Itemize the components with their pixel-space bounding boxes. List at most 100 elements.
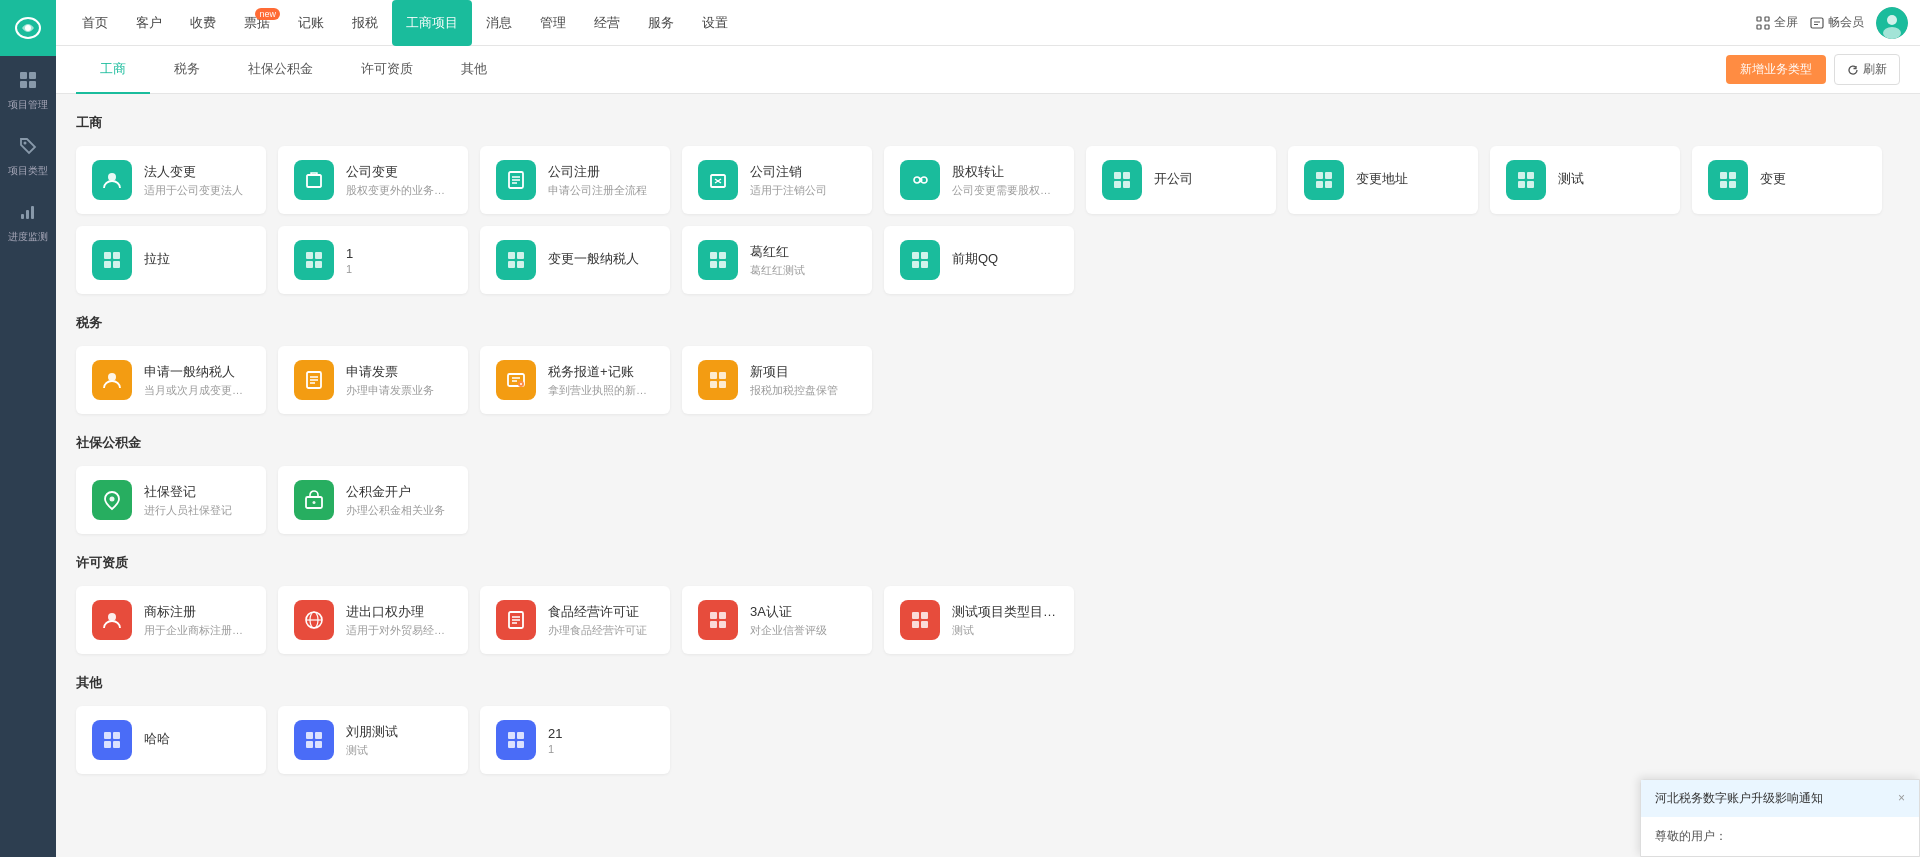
- svg-rect-88: [315, 732, 322, 739]
- svg-rect-37: [1729, 172, 1736, 179]
- svg-rect-93: [508, 741, 515, 748]
- card-icon-social-register: [92, 480, 132, 520]
- card-name-gehonghong: 葛红红: [750, 243, 856, 261]
- svg-rect-86: [113, 741, 120, 748]
- card-lala[interactable]: 拉拉: [76, 226, 266, 294]
- nav-item-operation[interactable]: 经营: [580, 0, 634, 46]
- card-name-company-change: 公司变更: [346, 163, 452, 181]
- svg-rect-11: [1765, 17, 1769, 21]
- card-change[interactable]: 变更: [1692, 146, 1882, 214]
- card-desc-social-register: 进行人员社保登记: [144, 503, 250, 518]
- card-social-register[interactable]: 社保登记 进行人员社保登记: [76, 466, 266, 534]
- card-import-export[interactable]: 进出口权办理 适用于对外贸易经营者: [278, 586, 468, 654]
- svg-point-71: [108, 613, 116, 621]
- svg-rect-29: [1325, 172, 1332, 179]
- tab-license[interactable]: 许可资质: [337, 46, 437, 94]
- card-item1[interactable]: 1 1: [278, 226, 468, 294]
- card-icon-liupeng-test: [294, 720, 334, 760]
- svg-rect-58: [912, 261, 919, 268]
- card-name-haha: 哈哈: [144, 730, 250, 748]
- nav-item-manage[interactable]: 管理: [526, 0, 580, 46]
- industry-cards: 法人变更 适用于公司变更法人 公司变更 股权变更外的业务变更 公司注册: [76, 146, 1900, 294]
- nav-item-tax[interactable]: 报税: [338, 0, 392, 46]
- nav-item-customer[interactable]: 客户: [122, 0, 176, 46]
- new-type-button[interactable]: 新增业务类型: [1726, 55, 1826, 84]
- nav-item-home[interactable]: 首页: [68, 0, 122, 46]
- card-equity-transfer[interactable]: 股权转让 公司变更需要股权转让: [884, 146, 1074, 214]
- nav-item-message[interactable]: 消息: [472, 0, 526, 46]
- card-apply-taxpayer[interactable]: 申请一般纳税人 当月或次月成变更完成: [76, 346, 266, 414]
- nav-item-settings[interactable]: 设置: [688, 0, 742, 46]
- tab-social[interactable]: 社保公积金: [224, 46, 337, 94]
- tab-tax[interactable]: 税务: [150, 46, 224, 94]
- sidebar-item-project-manage[interactable]: 项目管理: [0, 56, 56, 122]
- card-3a-cert[interactable]: 3A认证 对企业信誉评级: [682, 586, 872, 654]
- card-icon-apply-invoice: [294, 360, 334, 400]
- svg-rect-81: [912, 621, 919, 628]
- svg-rect-25: [1123, 172, 1130, 179]
- card-icon-test-type: [900, 600, 940, 640]
- card-open-company[interactable]: 开公司: [1086, 146, 1276, 214]
- notification-popup: 河北税务数字账户升级影响通知 × 尊敬的用户：: [1640, 779, 1920, 857]
- svg-rect-67: [719, 381, 726, 388]
- tab-other[interactable]: 其他: [437, 46, 511, 94]
- tax-cards: 申请一般纳税人 当月或次月成变更完成 申请发票 办理申请发票业务 税务报: [76, 346, 1900, 414]
- refresh-button[interactable]: 刷新: [1834, 54, 1900, 85]
- svg-rect-56: [912, 252, 919, 259]
- card-fund-open[interactable]: 公积金开户 办理公积金相关业务: [278, 466, 468, 534]
- card-change-address[interactable]: 变更地址: [1288, 146, 1478, 214]
- nav-item-billing[interactable]: 收费: [176, 0, 230, 46]
- member-button[interactable]: 畅会员: [1810, 14, 1864, 31]
- card-company-cancel[interactable]: 公司注销 适用于注销公司: [682, 146, 872, 214]
- tab-industry[interactable]: 工商: [76, 46, 150, 94]
- svg-rect-91: [508, 732, 515, 739]
- card-liupeng-test[interactable]: 刘朋测试 测试: [278, 706, 468, 774]
- nav-item-bookkeeping[interactable]: 记账: [284, 0, 338, 46]
- svg-rect-13: [1765, 25, 1769, 29]
- card-name-open-company: 开公司: [1154, 170, 1260, 188]
- svg-rect-26: [1114, 181, 1121, 188]
- card-icon-company-cancel: [698, 160, 738, 200]
- card-test[interactable]: 测试: [1490, 146, 1680, 214]
- card-qianqi-qq[interactable]: 前期QQ: [884, 226, 1074, 294]
- card-company-register[interactable]: 公司注册 申请公司注册全流程: [480, 146, 670, 214]
- svg-rect-38: [1720, 181, 1727, 188]
- card-apply-invoice[interactable]: 申请发票 办理申请发票业务: [278, 346, 468, 414]
- nav-item-industry[interactable]: 工商项目: [392, 0, 472, 46]
- card-desc-liupeng-test: 测试: [346, 743, 452, 758]
- nav-item-service[interactable]: 服务: [634, 0, 688, 46]
- card-icon-food-license: [496, 600, 536, 640]
- card-name-change: 变更: [1760, 170, 1866, 188]
- card-gehonghong[interactable]: 葛红红 葛红红测试: [682, 226, 872, 294]
- card-icon-item1: [294, 240, 334, 280]
- avatar[interactable]: [1876, 7, 1908, 39]
- notification-close-button[interactable]: ×: [1898, 791, 1905, 805]
- card-tax-bookkeeping[interactable]: 税务报道+记账 拿到营业执照的新公司: [480, 346, 670, 414]
- card-name-liupeng-test: 刘朋测试: [346, 723, 452, 741]
- card-icon-company-register: [496, 160, 536, 200]
- nav-items: 首页 客户 收费 票据 new 记账 报税 工商项目 消息 管理 经营 服务 设…: [68, 0, 1756, 46]
- svg-rect-84: [113, 732, 120, 739]
- card-desc-gehonghong: 葛红红测试: [750, 263, 856, 278]
- card-item21[interactable]: 21 1: [480, 706, 670, 774]
- svg-rect-76: [719, 612, 726, 619]
- card-legal-change[interactable]: 法人变更 适用于公司变更法人: [76, 146, 266, 214]
- card-trademark[interactable]: 商标注册 用于企业商标注册服务: [76, 586, 266, 654]
- card-haha[interactable]: 哈哈: [76, 706, 266, 774]
- card-company-change[interactable]: 公司变更 股权变更外的业务变更: [278, 146, 468, 214]
- card-new-project[interactable]: 新项目 报税加税控盘保管: [682, 346, 872, 414]
- card-name-company-register: 公司注册: [548, 163, 654, 181]
- sidebar-item-progress-monitor[interactable]: 进度监测: [0, 188, 56, 254]
- card-change-taxpayer[interactable]: 变更一般纳税人: [480, 226, 670, 294]
- card-icon-open-company: [1102, 160, 1142, 200]
- nav-item-invoice[interactable]: 票据 new: [230, 0, 284, 46]
- social-cards: 社保登记 进行人员社保登记 公积金开户 办理公积金相关业务: [76, 466, 1900, 534]
- sidebar: 项目管理 项目类型 进度监测: [0, 0, 56, 857]
- card-desc-item1: 1: [346, 263, 452, 275]
- svg-rect-89: [306, 741, 313, 748]
- section-title-license: 许可资质: [76, 554, 1900, 572]
- card-food-license[interactable]: 食品经营许可证 办理食品经营许可证: [480, 586, 670, 654]
- sidebar-item-project-type[interactable]: 项目类型: [0, 122, 56, 188]
- card-test-type[interactable]: 测试项目类型目定义 测试: [884, 586, 1074, 654]
- fullscreen-button[interactable]: 全屏: [1756, 14, 1798, 31]
